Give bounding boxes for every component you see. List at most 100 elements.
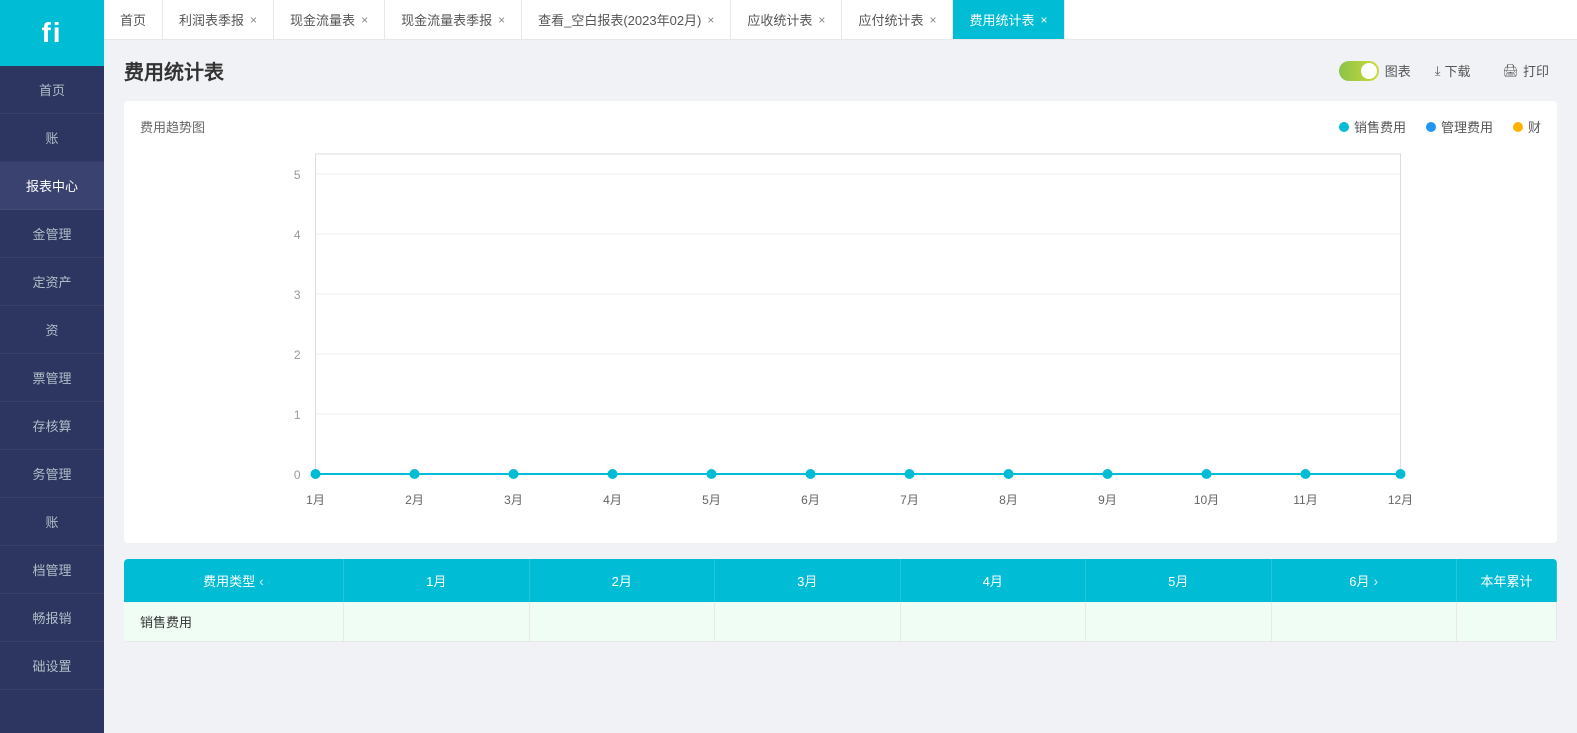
svg-text:4: 4 [294, 228, 301, 242]
download-button[interactable]: ⤓ 下载 [1427, 57, 1479, 84]
expense-table: 费用类型 ‹ 1月 2月 3月 4月 [124, 559, 1557, 642]
chart-card: 费用趋势图 销售费用 管理费用 财 [124, 101, 1557, 543]
tab-blank-report-close[interactable]: × [707, 13, 714, 27]
sidebar-item-capital[interactable]: 资 [0, 306, 104, 354]
tab-payable-close[interactable]: × [929, 13, 936, 27]
sidebar-item-archive[interactable]: 档管理 [0, 546, 104, 594]
header-month6: 6月 › [1272, 559, 1458, 602]
sidebar-item-ledger[interactable]: 账 [0, 498, 104, 546]
header-month5: 5月 [1086, 559, 1272, 602]
download-icon: ⤓ [1435, 63, 1441, 79]
chart-dot-7 [905, 469, 915, 479]
sidebar-item-settings[interactable]: 础设置 [0, 642, 104, 690]
svg-text:7月: 7月 [900, 493, 919, 507]
header-month4: 4月 [901, 559, 1087, 602]
next-month-btn[interactable]: › [1374, 573, 1379, 589]
prev-month-btn[interactable]: ‹ [259, 573, 264, 589]
tab-blank-report-label: 查看_空白报表(2023年02月) [538, 10, 701, 29]
sidebar-item-expense[interactable]: 畅报销 [0, 594, 104, 642]
svg-text:11月: 11月 [1293, 493, 1317, 507]
tab-payable-label: 应付统计表 [858, 10, 923, 29]
sidebar-item-inventory[interactable]: 存核算 [0, 402, 104, 450]
tab-receivable-label: 应收统计表 [747, 10, 812, 29]
chart-dot-8 [1004, 469, 1014, 479]
sidebar-item-service[interactable]: 务管理 [0, 450, 104, 498]
tab-expense[interactable]: 费用统计表 × [953, 0, 1064, 40]
sidebar-item-reports[interactable]: 报表中心 [0, 162, 104, 210]
svg-text:5: 5 [294, 168, 301, 182]
chart-dot-1 [311, 469, 321, 479]
chart-dot-4 [608, 469, 618, 479]
table-header: 费用类型 ‹ 1月 2月 3月 4月 [124, 559, 1557, 602]
header-actions: 图表 ⤓ 下载 🖨 打印 [1339, 57, 1557, 84]
tab-bar: 首页 利润表季报 × 现金流量表 × 现金流量表季报 × 查看_空白报表(202… [104, 0, 1577, 40]
chart-toggle-wrap: 图表 [1339, 61, 1411, 81]
cell-m4 [901, 602, 1087, 641]
header-month4-label: 4月 [983, 571, 1003, 590]
chart-dot-6 [806, 469, 816, 479]
tab-cashflow-quarterly-close[interactable]: × [498, 13, 505, 27]
sidebar-menu: 首页 账 报表中心 金管理 定资产 资 票管理 存核算 务管理 账 档管理 畅报… [0, 66, 104, 733]
tab-blank-report[interactable]: 查看_空白报表(2023年02月) × [522, 0, 731, 40]
print-button[interactable]: 🖨 打印 [1494, 57, 1557, 84]
tab-cashflow-quarterly-label: 现金流量表季报 [401, 10, 492, 29]
sidebar: fi 首页 账 报表中心 金管理 定资产 资 票管理 存核算 务管理 账 档管理… [0, 0, 104, 733]
tab-home-label: 首页 [120, 10, 146, 29]
cell-ytd [1457, 602, 1557, 641]
svg-text:0: 0 [294, 468, 301, 482]
cell-type: 销售费用 [124, 602, 344, 641]
chart-toggle[interactable] [1339, 61, 1379, 81]
chart-toggle-label: 图表 [1385, 61, 1411, 80]
download-label: 下载 [1444, 61, 1470, 80]
svg-text:2: 2 [294, 348, 301, 362]
tab-payable[interactable]: 应付统计表 × [842, 0, 953, 40]
tab-expense-close[interactable]: × [1040, 13, 1047, 27]
tab-cashflow-quarterly[interactable]: 现金流量表季报 × [385, 0, 522, 40]
tab-expense-label: 费用统计表 [969, 10, 1034, 29]
legend-finance: 财 [1513, 117, 1541, 136]
chart-title: 费用趋势图 [140, 117, 205, 136]
tab-home[interactable]: 首页 [104, 0, 163, 40]
cell-m3 [715, 602, 901, 641]
tab-receivable-close[interactable]: × [818, 13, 825, 27]
legend-admin-label: 管理费用 [1441, 117, 1493, 136]
main-area: 首页 利润表季报 × 现金流量表 × 现金流量表季报 × 查看_空白报表(202… [104, 0, 1577, 733]
svg-text:6月: 6月 [801, 493, 820, 507]
header-month5-label: 5月 [1168, 571, 1188, 590]
chart-svg-wrap: 5 4 3 2 1 [140, 144, 1541, 527]
chart-svg: 5 4 3 2 1 [140, 144, 1541, 524]
tab-profit-quarterly-close[interactable]: × [250, 13, 257, 27]
header-month2-label: 2月 [612, 571, 632, 590]
tab-profit-quarterly[interactable]: 利润表季报 × [163, 0, 274, 40]
svg-text:10月: 10月 [1194, 493, 1219, 507]
sidebar-item-invoice[interactable]: 票管理 [0, 354, 104, 402]
sidebar-item-assets[interactable]: 定资产 [0, 258, 104, 306]
header-month6-label: 6月 [1349, 571, 1369, 590]
cell-m2 [530, 602, 716, 641]
chart-dot-12 [1396, 469, 1406, 479]
sidebar-item-account[interactable]: 账 [0, 114, 104, 162]
sidebar-item-finance[interactable]: 金管理 [0, 210, 104, 258]
tab-cashflow-close[interactable]: × [361, 13, 368, 27]
sidebar-item-home[interactable]: 首页 [0, 66, 104, 114]
print-label: 打印 [1523, 61, 1549, 80]
legend-sales-dot [1339, 122, 1349, 132]
tab-receivable[interactable]: 应收统计表 × [731, 0, 842, 40]
svg-text:2月: 2月 [405, 493, 424, 507]
header-type: 费用类型 ‹ [124, 559, 344, 602]
header-month2: 2月 [530, 559, 716, 602]
page-content: 费用统计表 图表 ⤓ 下载 🖨 打印 [104, 40, 1577, 733]
legend-finance-dot [1513, 122, 1523, 132]
svg-text:5月: 5月 [702, 493, 721, 507]
svg-text:12月: 12月 [1388, 493, 1413, 507]
chart-dot-5 [707, 469, 717, 479]
svg-text:3: 3 [294, 288, 301, 302]
page-title: 费用统计表 [124, 56, 224, 85]
tab-cashflow[interactable]: 现金流量表 × [274, 0, 385, 40]
table-row: 销售费用 [124, 602, 1557, 642]
svg-text:1月: 1月 [306, 493, 325, 507]
cell-m1 [344, 602, 530, 641]
chart-legend: 销售费用 管理费用 财 [1339, 117, 1541, 136]
tab-profit-quarterly-label: 利润表季报 [179, 10, 244, 29]
legend-sales-label: 销售费用 [1354, 117, 1406, 136]
